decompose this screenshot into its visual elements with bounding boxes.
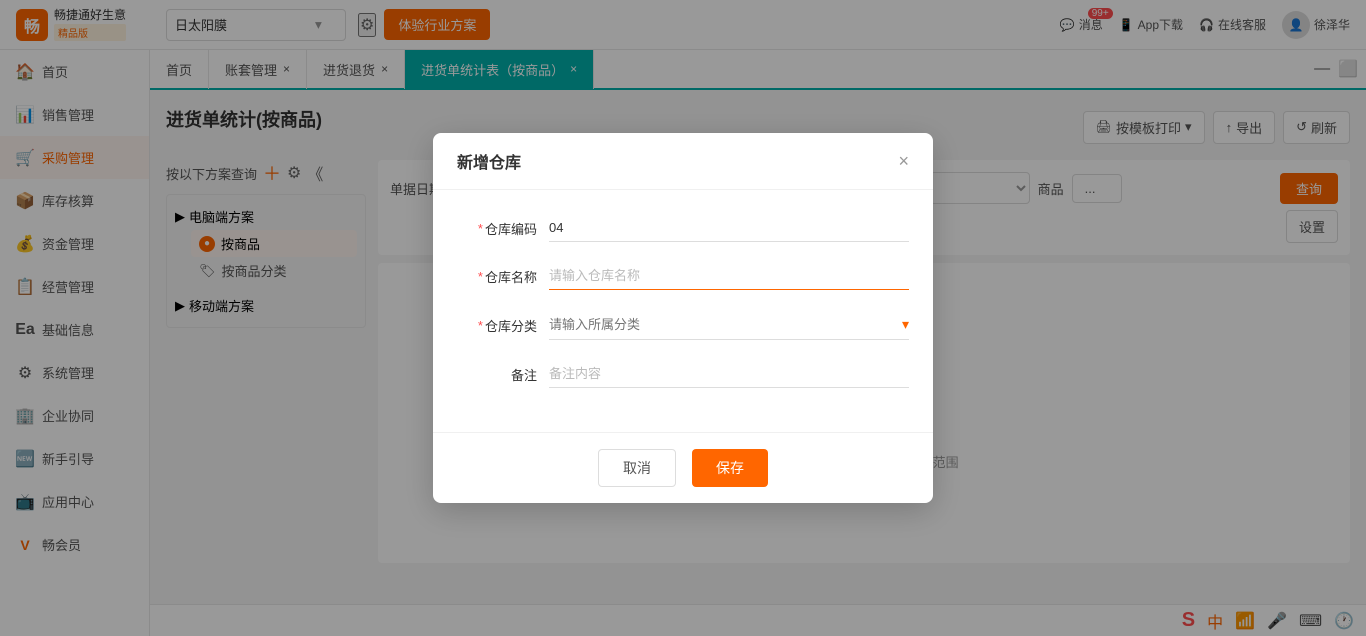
modal-overlay: 新增仓库 × * 仓库编码 * 仓库名称 xyxy=(0,0,1366,636)
category-input[interactable] xyxy=(549,317,902,332)
form-row-code: * 仓库编码 xyxy=(457,214,909,242)
remark-label: 备注 xyxy=(457,365,537,384)
modal-body: * 仓库编码 * 仓库名称 * 仓库分类 xyxy=(433,190,933,432)
modal-footer: 取消 保存 xyxy=(433,432,933,503)
category-select-wrap: ▾ xyxy=(549,310,909,340)
warehouse-name-input[interactable] xyxy=(549,262,909,290)
form-row-category: * 仓库分类 ▾ xyxy=(457,310,909,340)
category-dropdown-icon: ▾ xyxy=(902,316,909,333)
modal-title: 新增仓库 xyxy=(457,149,521,173)
category-required: * xyxy=(478,318,483,333)
modal-header: 新增仓库 × xyxy=(433,133,933,190)
add-warehouse-modal: 新增仓库 × * 仓库编码 * 仓库名称 xyxy=(433,133,933,503)
form-row-remark: 备注 xyxy=(457,360,909,388)
save-btn[interactable]: 保存 xyxy=(692,449,768,487)
name-label: * 仓库名称 xyxy=(457,267,537,286)
cancel-btn[interactable]: 取消 xyxy=(598,449,676,487)
remark-input[interactable] xyxy=(549,360,909,388)
name-required: * xyxy=(478,269,483,284)
code-required: * xyxy=(478,221,483,236)
category-label: * 仓库分类 xyxy=(457,316,537,335)
code-label: * 仓库编码 xyxy=(457,219,537,238)
form-row-name: * 仓库名称 xyxy=(457,262,909,290)
modal-close-btn[interactable]: × xyxy=(898,151,909,172)
warehouse-code-input[interactable] xyxy=(549,214,909,242)
